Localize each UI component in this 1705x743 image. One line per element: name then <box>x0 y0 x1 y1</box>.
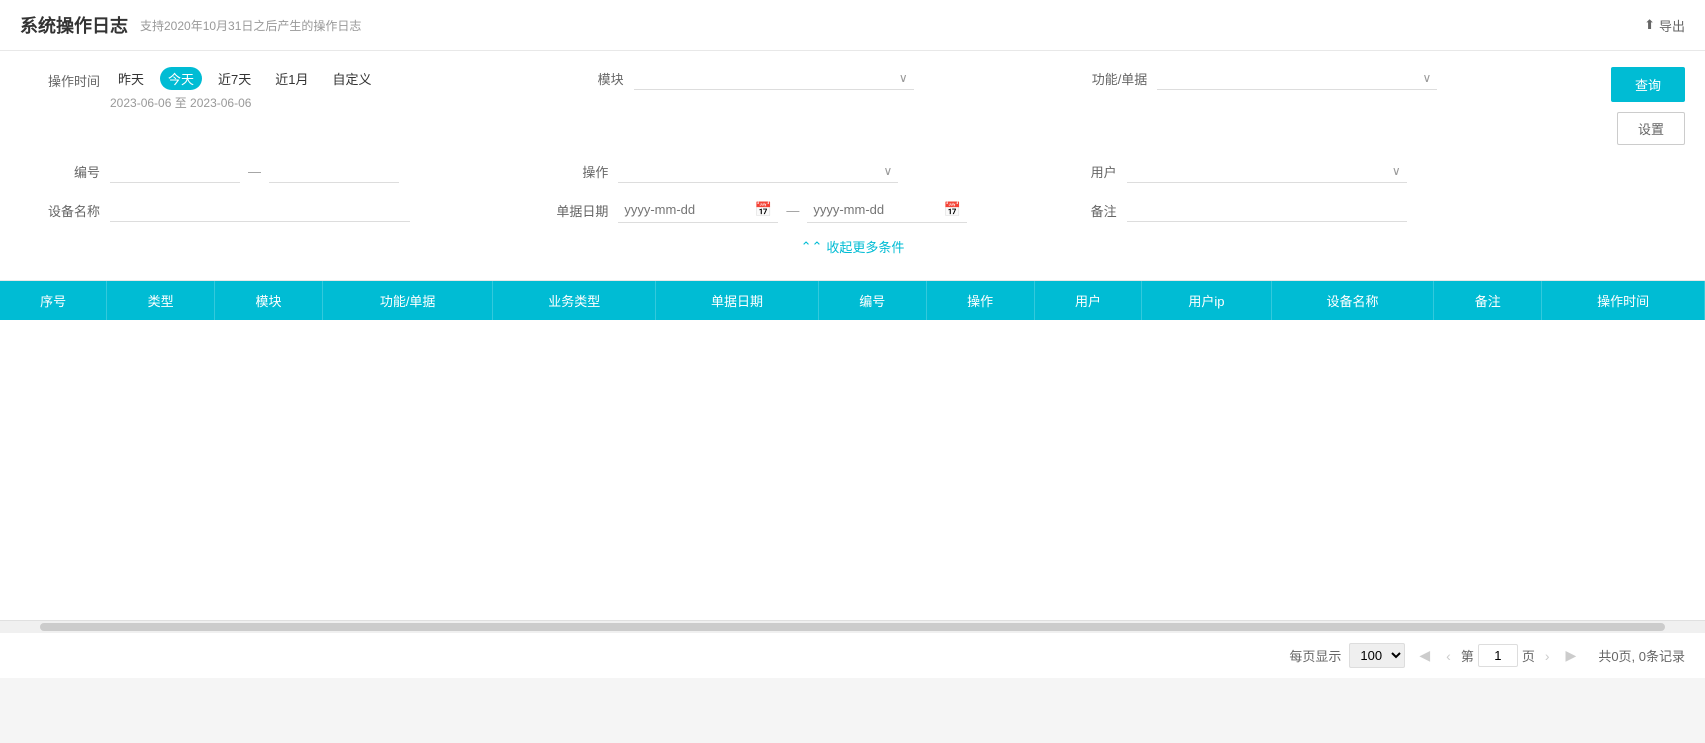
operation-select[interactable]: ∨ <box>618 160 898 183</box>
page-header: 系统操作日志 支持2020年10月31日之后产生的操作日志 ⬆ 导出 <box>0 0 1705 51</box>
export-button[interactable]: ⬆ 导出 <box>1644 16 1685 35</box>
function-select[interactable]: ∨ <box>1157 67 1437 90</box>
pagination-nav: ◀ ‹ 第 页 › ▶ <box>1413 644 1582 667</box>
operation-label: 操作 <box>528 162 608 181</box>
user-select[interactable]: ∨ <box>1127 160 1407 183</box>
last-page-button[interactable]: ▶ <box>1560 645 1583 666</box>
collapse-label: 收起更多条件 <box>826 237 904 256</box>
page-subtitle: 支持2020年10月31日之后产生的操作日志 <box>140 17 361 34</box>
filter-section: 操作时间 昨天 今天 近7天 近1月 自定义 2023-06-06 至 2023… <box>0 51 1705 281</box>
per-page-select[interactable]: 100 50 200 <box>1349 643 1405 668</box>
first-page-button[interactable]: ◀ <box>1413 645 1436 666</box>
pagination: 每页显示 100 50 200 ◀ ‹ 第 页 › ▶ 共0页, 0条记录 <box>0 632 1705 678</box>
col-biz-type: 业务类型 <box>493 281 656 320</box>
col-op-time: 操作时间 <box>1542 281 1705 320</box>
time-yesterday-btn[interactable]: 昨天 <box>110 67 152 90</box>
action-buttons: 查询 设置 <box>1611 67 1685 145</box>
col-code: 编号 <box>818 281 926 320</box>
page-input[interactable] <box>1478 644 1518 667</box>
table-section: 序号 类型 模块 功能/单据 业务类型 单据日期 编号 操作 用户 用户ip 设… <box>0 281 1705 620</box>
date-from-input[interactable] <box>624 202 755 217</box>
empty-area <box>0 320 1705 620</box>
operation-chevron-icon: ∨ <box>884 164 893 178</box>
operation-time-label: 操作时间 <box>20 71 100 90</box>
date-to-wrapper: 📅 <box>807 197 967 223</box>
query-button[interactable]: 查询 <box>1611 67 1685 102</box>
remarks-label: 备注 <box>1037 201 1117 220</box>
col-remarks: 备注 <box>1434 281 1542 320</box>
col-device: 设备名称 <box>1271 281 1434 320</box>
time-range-display: 2023-06-06 至 2023-06-06 <box>110 94 380 111</box>
col-type: 类型 <box>107 281 215 320</box>
page-unit: 页 <box>1522 646 1535 665</box>
horizontal-scrollbar[interactable] <box>0 620 1705 632</box>
module-label: 模块 <box>544 69 624 88</box>
time-today-btn[interactable]: 今天 <box>160 67 202 90</box>
col-user: 用户 <box>1034 281 1142 320</box>
function-chevron-icon: ∨ <box>1423 71 1432 85</box>
col-user-ip: 用户ip <box>1142 281 1271 320</box>
page-label: 第 <box>1461 646 1474 665</box>
time-7days-btn[interactable]: 近7天 <box>210 67 259 90</box>
col-operation: 操作 <box>926 281 1034 320</box>
col-doc-date: 单据日期 <box>656 281 819 320</box>
calendar-to-icon[interactable]: 📅 <box>944 201 961 218</box>
module-chevron-icon: ∨ <box>899 71 908 85</box>
export-icon: ⬆ <box>1644 17 1655 33</box>
export-label: 导出 <box>1659 16 1685 35</box>
device-input[interactable] <box>110 198 410 222</box>
col-function: 功能/单据 <box>322 281 492 320</box>
module-select[interactable]: ∨ <box>634 67 914 90</box>
total-text: 共0页, 0条记录 <box>1598 646 1685 665</box>
next-page-button[interactable]: › <box>1539 646 1556 666</box>
settings-button[interactable]: 设置 <box>1617 112 1685 145</box>
page-title: 系统操作日志 <box>20 12 128 38</box>
per-page-label: 每页显示 <box>1289 646 1341 665</box>
code-to-input[interactable] <box>269 159 399 183</box>
scrollbar-thumb <box>40 623 1665 631</box>
user-label: 用户 <box>1037 162 1117 181</box>
remarks-input[interactable] <box>1127 198 1407 222</box>
document-date-label: 单据日期 <box>528 201 608 220</box>
col-module: 模块 <box>215 281 323 320</box>
time-custom-btn[interactable]: 自定义 <box>325 67 380 90</box>
device-label: 设备名称 <box>20 201 100 220</box>
table-header-row: 序号 类型 模块 功能/单据 业务类型 单据日期 编号 操作 用户 用户ip 设… <box>0 281 1705 320</box>
code-from-input[interactable] <box>110 159 240 183</box>
user-chevron-icon: ∨ <box>1392 164 1401 178</box>
col-index: 序号 <box>0 281 107 320</box>
code-label: 编号 <box>20 162 100 181</box>
function-label: 功能/单据 <box>1067 69 1147 88</box>
calendar-from-icon[interactable]: 📅 <box>755 201 772 218</box>
collapse-button[interactable]: ⌃⌃ 收起更多条件 <box>801 237 905 256</box>
data-table: 序号 类型 模块 功能/单据 业务类型 单据日期 编号 操作 用户 用户ip 设… <box>0 281 1705 320</box>
date-from-wrapper: 📅 <box>618 197 778 223</box>
time-1month-btn[interactable]: 近1月 <box>267 67 316 90</box>
date-to-input[interactable] <box>813 202 944 217</box>
prev-page-button[interactable]: ‹ <box>1440 646 1457 666</box>
collapse-icon: ⌃⌃ <box>801 239 823 255</box>
